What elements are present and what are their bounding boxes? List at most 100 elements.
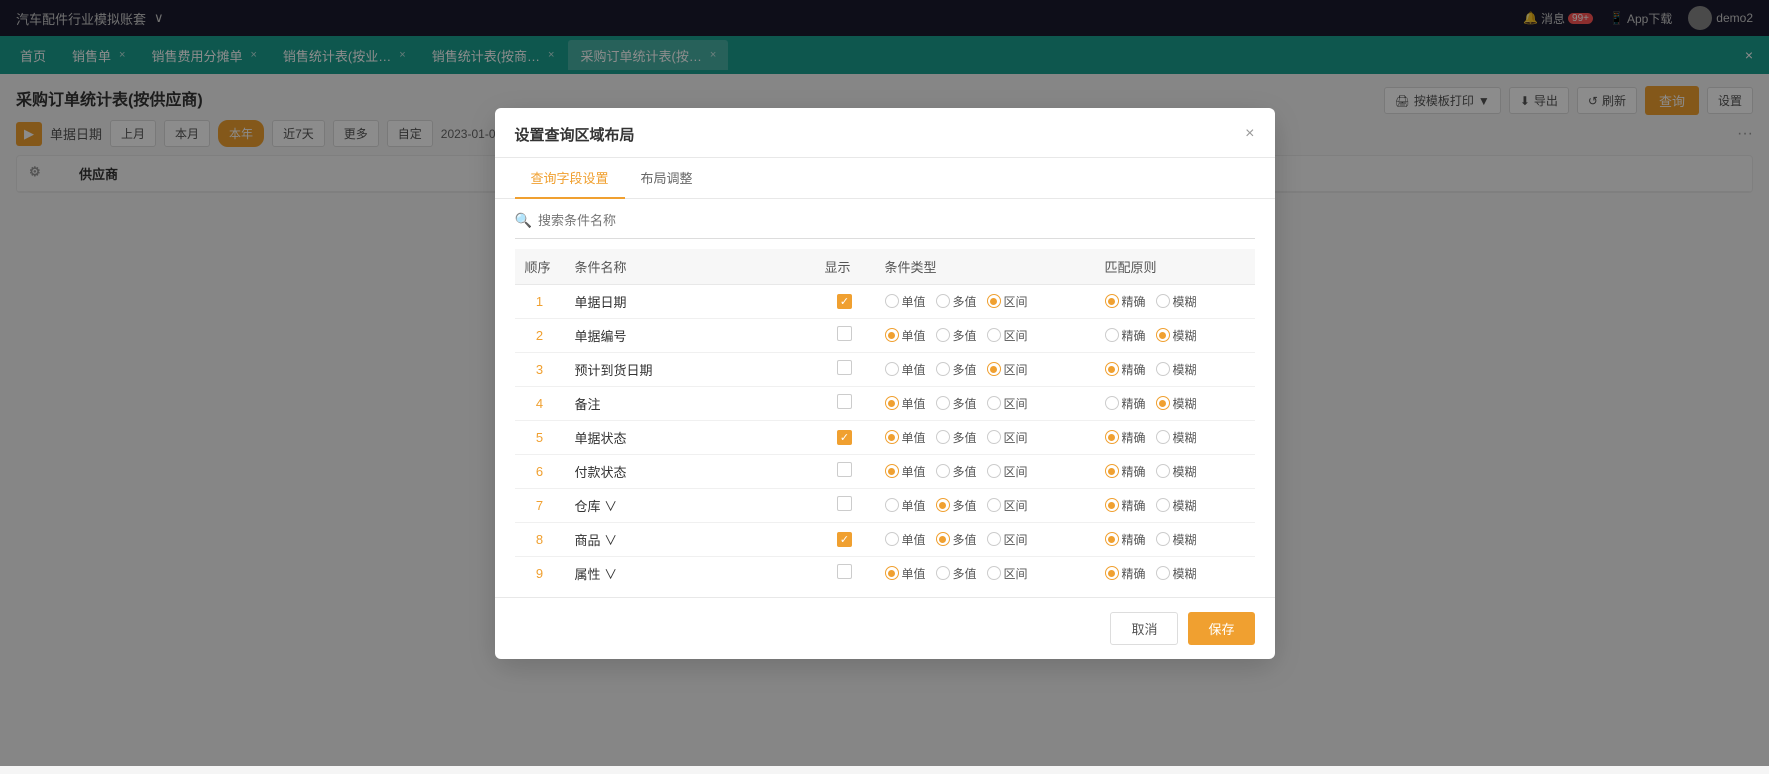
table-row: 6付款状态单值多值区间精确模糊: [515, 454, 1255, 488]
radio-type-multi[interactable]: 多值: [936, 531, 977, 548]
radio-type-range[interactable]: 区间: [987, 293, 1028, 310]
cell-match: 精确模糊: [1095, 352, 1255, 386]
table-row: 1单据日期✓单值多值区间精确模糊: [515, 284, 1255, 318]
cell-show[interactable]: ✓: [815, 522, 875, 556]
radio-type-range[interactable]: 区间: [987, 361, 1028, 378]
radio-match-exact[interactable]: 精确: [1105, 531, 1146, 548]
radio-type-single[interactable]: 单值: [885, 327, 926, 344]
radio-type-single[interactable]: 单值: [885, 463, 926, 480]
radio-match-fuzzy[interactable]: 模糊: [1156, 429, 1197, 446]
radio-match-circle-exact: [1105, 396, 1119, 410]
radio-match-exact[interactable]: 精确: [1105, 395, 1146, 412]
radio-circle-single: [885, 498, 899, 512]
show-checkbox[interactable]: [837, 394, 852, 409]
radio-type-range[interactable]: 区间: [987, 565, 1028, 582]
dialog-tab-0[interactable]: 查询字段设置: [515, 158, 625, 199]
cell-show[interactable]: ✓: [815, 420, 875, 454]
th-show: 显示: [815, 249, 875, 285]
radio-match-fuzzy[interactable]: 模糊: [1156, 293, 1197, 310]
cell-order: 2: [515, 318, 565, 352]
cell-order: 3: [515, 352, 565, 386]
radio-match-circle-exact: [1105, 532, 1119, 546]
radio-match-fuzzy[interactable]: 模糊: [1156, 361, 1197, 378]
radio-type-single[interactable]: 单值: [885, 497, 926, 514]
radio-circle-range: [987, 362, 1001, 376]
radio-type-multi[interactable]: 多值: [936, 497, 977, 514]
radio-type-multi[interactable]: 多值: [936, 293, 977, 310]
cell-match: 精确模糊: [1095, 318, 1255, 352]
radio-circle-range: [987, 430, 1001, 444]
radio-type-single[interactable]: 单值: [885, 395, 926, 412]
radio-type-range[interactable]: 区间: [987, 531, 1028, 548]
show-checkbox[interactable]: [837, 462, 852, 477]
radio-match-exact[interactable]: 精确: [1105, 429, 1146, 446]
show-checkbox[interactable]: [837, 496, 852, 511]
radio-type-range[interactable]: 区间: [987, 429, 1028, 446]
radio-type-single[interactable]: 单值: [885, 429, 926, 446]
table-row: 8商品 ∨✓单值多值区间精确模糊: [515, 522, 1255, 556]
cancel-button[interactable]: 取消: [1110, 612, 1178, 645]
radio-match-circle-exact: [1105, 328, 1119, 342]
radio-match-exact[interactable]: 精确: [1105, 497, 1146, 514]
radio-match-fuzzy[interactable]: 模糊: [1156, 327, 1197, 344]
dialog-footer: 取消 保存: [495, 597, 1275, 659]
cell-show[interactable]: [815, 352, 875, 386]
radio-match-fuzzy[interactable]: 模糊: [1156, 531, 1197, 548]
radio-match-fuzzy[interactable]: 模糊: [1156, 395, 1197, 412]
radio-type-multi[interactable]: 多值: [936, 463, 977, 480]
radio-match-fuzzy[interactable]: 模糊: [1156, 497, 1197, 514]
radio-match-circle-fuzzy: [1156, 396, 1170, 410]
radio-type-range[interactable]: 区间: [987, 395, 1028, 412]
cell-show[interactable]: [815, 318, 875, 352]
cell-show[interactable]: ✓: [815, 284, 875, 318]
radio-type-multi[interactable]: 多值: [936, 395, 977, 412]
cell-match: 精确模糊: [1095, 420, 1255, 454]
radio-match-circle-fuzzy: [1156, 328, 1170, 342]
show-checkbox[interactable]: ✓: [837, 532, 852, 547]
cell-show[interactable]: [815, 386, 875, 420]
show-checkbox[interactable]: [837, 326, 852, 341]
cell-show[interactable]: [815, 454, 875, 488]
radio-match-exact[interactable]: 精确: [1105, 463, 1146, 480]
radio-type-single[interactable]: 单值: [885, 361, 926, 378]
radio-match-fuzzy[interactable]: 模糊: [1156, 565, 1197, 582]
save-button[interactable]: 保存: [1188, 612, 1254, 645]
show-checkbox[interactable]: [837, 564, 852, 579]
cell-name: 单据日期: [565, 284, 815, 318]
show-checkbox[interactable]: ✓: [837, 294, 852, 309]
radio-match-circle-exact: [1105, 566, 1119, 580]
cell-show[interactable]: [815, 488, 875, 522]
radio-match-exact[interactable]: 精确: [1105, 565, 1146, 582]
radio-match-fuzzy[interactable]: 模糊: [1156, 463, 1197, 480]
radio-type-single[interactable]: 单值: [885, 565, 926, 582]
radio-circle-single: [885, 430, 899, 444]
radio-circle-range: [987, 396, 1001, 410]
radio-type-single[interactable]: 单值: [885, 293, 926, 310]
radio-type-multi[interactable]: 多值: [936, 429, 977, 446]
radio-type-range[interactable]: 区间: [987, 327, 1028, 344]
cell-order: 5: [515, 420, 565, 454]
radio-type-range[interactable]: 区间: [987, 497, 1028, 514]
radio-match-exact[interactable]: 精确: [1105, 361, 1146, 378]
radio-match-circle-fuzzy: [1156, 362, 1170, 376]
dialog-tab-1[interactable]: 布局调整: [625, 158, 709, 199]
show-checkbox[interactable]: ✓: [837, 430, 852, 445]
dialog-close-btn[interactable]: ×: [1245, 126, 1254, 142]
cell-show[interactable]: [815, 556, 875, 589]
th-name: 条件名称: [565, 249, 815, 285]
radio-match-circle-exact: [1105, 464, 1119, 478]
radio-type-range[interactable]: 区间: [987, 463, 1028, 480]
radio-type-multi[interactable]: 多值: [936, 565, 977, 582]
radio-match-exact[interactable]: 精确: [1105, 293, 1146, 310]
radio-type-single[interactable]: 单值: [885, 531, 926, 548]
radio-type-multi[interactable]: 多值: [936, 361, 977, 378]
radio-match-circle-fuzzy: [1156, 498, 1170, 512]
search-input[interactable]: [532, 211, 1255, 230]
show-checkbox[interactable]: [837, 360, 852, 375]
cell-order: 6: [515, 454, 565, 488]
radio-match-exact[interactable]: 精确: [1105, 327, 1146, 344]
radio-circle-single: [885, 532, 899, 546]
modal-overlay[interactable]: 设置查询区域布局 × 查询字段设置 布局调整 🔍: [0, 0, 1769, 766]
table-row: 3预计到货日期单值多值区间精确模糊: [515, 352, 1255, 386]
radio-type-multi[interactable]: 多值: [936, 327, 977, 344]
